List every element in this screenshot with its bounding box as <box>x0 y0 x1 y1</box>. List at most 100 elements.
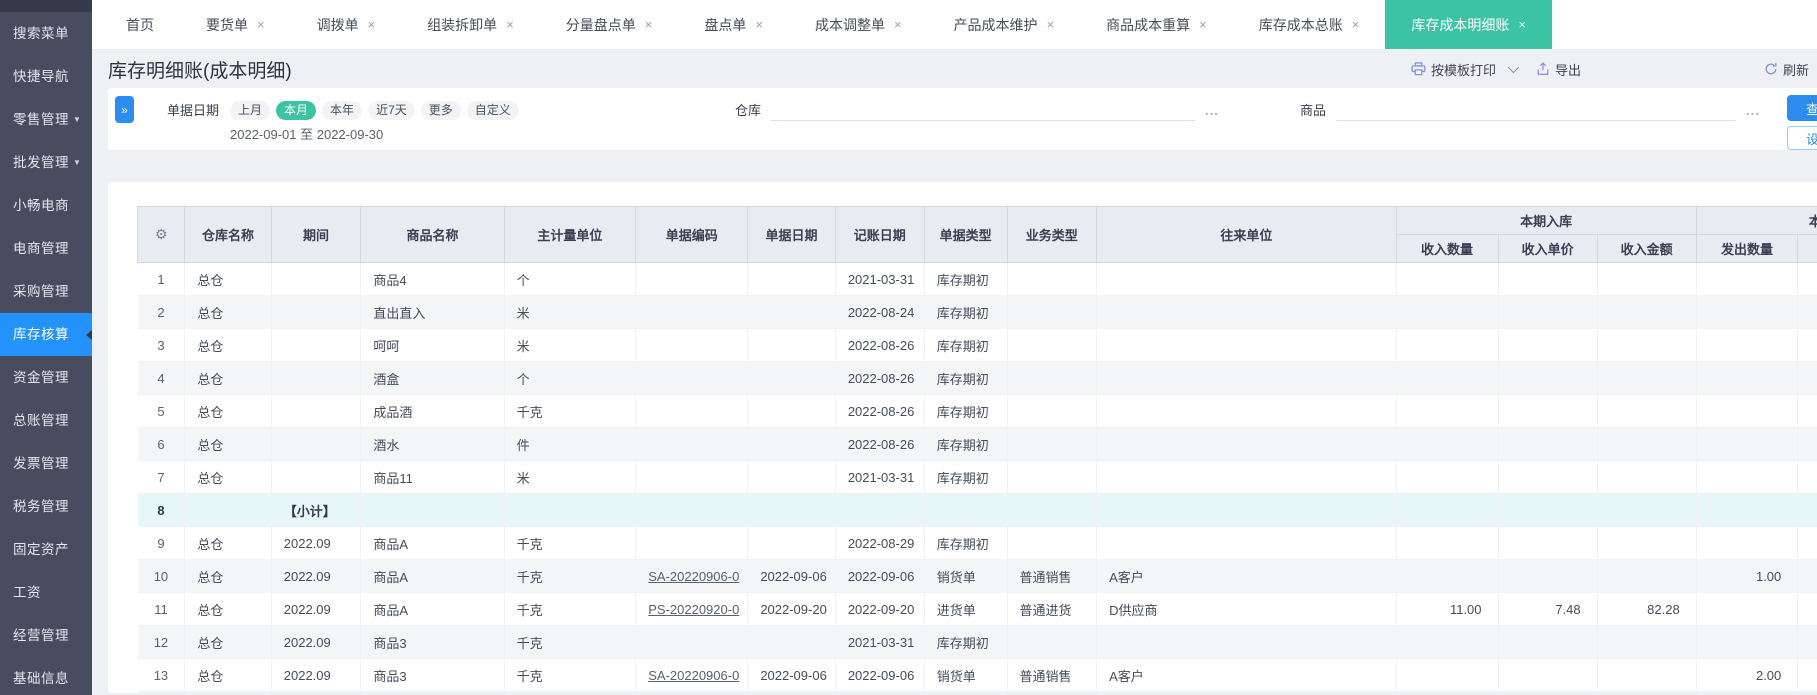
cell-in_price <box>1498 361 1598 395</box>
cell-unit <box>504 493 637 527</box>
tab-close-icon[interactable]: × <box>257 17 265 32</box>
cell-product: 酒盒 <box>360 361 505 395</box>
cell-partner: A客户 <box>1096 559 1397 593</box>
sidebar-item-搜索菜单[interactable]: 搜索菜单 <box>0 12 92 55</box>
print-by-template-button[interactable]: 按模板打印 <box>1411 60 1520 79</box>
tab-分量盘点单[interactable]: 分量盘点单 × <box>540 0 679 49</box>
column-header-业务类型: 业务类型 <box>1006 206 1098 263</box>
product-picker-button[interactable]: ... <box>1746 101 1760 121</box>
sidebar-item-采购管理[interactable]: 采购管理 <box>0 270 92 313</box>
sidebar-item-发票管理[interactable]: 发票管理 <box>0 442 92 485</box>
column-settings-gear-icon[interactable]: ⚙ <box>155 226 168 242</box>
cell-partner <box>1096 526 1397 560</box>
collapse-filter-button[interactable]: » <box>115 96 134 123</box>
column-header-单据编码: 单据编码 <box>635 206 749 263</box>
tab-close-icon[interactable]: × <box>1518 17 1526 32</box>
cell-in_qty <box>1396 559 1499 593</box>
date-option-本月[interactable]: 本月 <box>276 101 317 121</box>
warehouse-input[interactable] <box>771 101 1196 121</box>
sidebar-item-税务管理[interactable]: 税务管理 <box>0 485 92 528</box>
tab-close-icon[interactable]: × <box>645 17 653 32</box>
sidebar-item-资金管理[interactable]: 资金管理 <box>0 356 92 399</box>
doc-number-link[interactable]: SA-20220906-0 <box>648 668 739 683</box>
doc-number-link[interactable]: PS-20220920-0 <box>648 602 739 617</box>
cell-in_qty <box>1396 460 1499 494</box>
sidebar-item-label: 基础信息 <box>13 671 69 686</box>
cell-book_date <box>835 691 925 693</box>
cell-unit <box>504 691 637 693</box>
tab-调拨单[interactable]: 调拨单 × <box>291 0 402 49</box>
sidebar-item-基础信息[interactable]: 基础信息 <box>0 657 92 695</box>
tab-盘点单[interactable]: 盘点单 × <box>678 0 789 49</box>
cell-partner <box>1096 691 1397 693</box>
tab-close-icon[interactable]: × <box>1352 17 1360 32</box>
title-row: 库存明细账(成本明细) 按模板打印 导出 刷新 <box>108 50 1809 88</box>
table-row: 2 总仓 直出直入米 2022-08-24 库存期初 <box>137 295 1817 329</box>
cell-period <box>271 460 362 494</box>
table-row <box>137 691 1817 693</box>
cell-biz_type <box>1007 427 1098 461</box>
cell-in_amount <box>1597 460 1697 494</box>
sidebar-item-总账管理[interactable]: 总账管理 <box>0 399 92 442</box>
cell-doc_type: 库存期初 <box>924 394 1008 428</box>
tab-close-icon[interactable]: × <box>894 17 902 32</box>
tab-close-icon[interactable]: × <box>368 17 376 32</box>
tab-close-icon[interactable]: × <box>506 17 514 32</box>
column-group-本期出库: 本期出库 <box>1695 206 1817 235</box>
cell-warehouse: 总仓 <box>184 427 272 461</box>
cell-out_price <box>1797 295 1817 329</box>
cell-warehouse: 总仓 <box>184 460 272 494</box>
tab-bar: 首页 要货单 × 调拨单 × 组装拆卸单 × 分量盘点单 × 盘点单 × 成本调整单 × 产品成本维护 × 商… <box>92 0 1817 50</box>
tab-label: 首页 <box>126 16 154 33</box>
tab-库存成本总账[interactable]: 库存成本总账 × <box>1233 0 1386 49</box>
cell-doc_type: 库存期初 <box>924 625 1008 659</box>
sidebar-item-零售管理[interactable]: 零售管理 ▼ <box>0 98 92 141</box>
cell-out_price <box>1797 394 1817 428</box>
tab-库存成本明细账[interactable]: 库存成本明细账 × <box>1385 0 1552 49</box>
tab-首页[interactable]: 首页 <box>100 0 180 49</box>
tab-要货单[interactable]: 要货单 × <box>180 0 291 49</box>
cell-doc_type: 库存期初 <box>924 526 1008 560</box>
tab-成本调整单[interactable]: 成本调整单 × <box>789 0 928 49</box>
cell-in_price <box>1498 691 1598 693</box>
sidebar-item-固定资产[interactable]: 固定资产 <box>0 528 92 571</box>
sidebar-item-批发管理[interactable]: 批发管理 ▼ <box>0 141 92 184</box>
warehouse-picker-button[interactable]: ... <box>1205 101 1219 121</box>
sidebar-item-小畅电商[interactable]: 小畅电商 <box>0 184 92 227</box>
cell-doc_type: 销货单 <box>924 658 1008 692</box>
table-row: 12 总仓 2022.09 商品3 千克 2021-03-31 库存期初 <box>137 625 1817 659</box>
sidebar-item-label: 发票管理 <box>13 456 69 471</box>
sidebar-item-经营管理[interactable]: 经营管理 <box>0 614 92 657</box>
sidebar-item-库存核算[interactable]: 库存核算 <box>0 313 92 356</box>
date-option-本年[interactable]: 本年 <box>322 101 363 121</box>
query-button[interactable]: 查询 <box>1787 95 1817 121</box>
date-option-近7天[interactable]: 近7天 <box>368 101 415 121</box>
cell-biz_type: 普通进货 <box>1007 592 1098 626</box>
refresh-button[interactable]: 刷新 <box>1764 60 1809 79</box>
sidebar-item-电商管理[interactable]: 电商管理 <box>0 227 92 270</box>
cell-doc_date <box>747 262 836 296</box>
date-option-上月[interactable]: 上月 <box>230 101 271 121</box>
cell-num: 7 <box>137 460 186 494</box>
tab-close-icon[interactable]: × <box>1199 17 1207 32</box>
tab-close-icon[interactable]: × <box>1047 17 1055 32</box>
cell-doc_date <box>747 691 836 693</box>
cell-doc_type: 销货单 <box>924 559 1008 593</box>
cell-out_price <box>1797 592 1817 626</box>
sidebar-item-快捷导航[interactable]: 快捷导航 <box>0 55 92 98</box>
date-option-自定义[interactable]: 自定义 <box>466 101 519 121</box>
cell-in_qty <box>1396 262 1499 296</box>
product-input[interactable] <box>1336 101 1737 121</box>
cell-in_qty <box>1396 625 1499 659</box>
doc-number-link[interactable]: SA-20220906-0 <box>648 569 739 584</box>
tab-close-icon[interactable]: × <box>755 17 763 32</box>
tab-商品成本重算[interactable]: 商品成本重算 × <box>1080 0 1233 49</box>
cell-warehouse <box>184 691 272 693</box>
export-button[interactable]: 导出 <box>1536 60 1581 79</box>
cell-warehouse: 总仓 <box>184 625 272 659</box>
date-option-更多[interactable]: 更多 <box>420 101 461 121</box>
settings-button[interactable]: 设置 <box>1787 126 1817 150</box>
tab-组装拆卸单[interactable]: 组装拆卸单 × <box>401 0 540 49</box>
tab-产品成本维护[interactable]: 产品成本维护 × <box>928 0 1081 49</box>
sidebar-item-工资[interactable]: 工资 <box>0 571 92 614</box>
